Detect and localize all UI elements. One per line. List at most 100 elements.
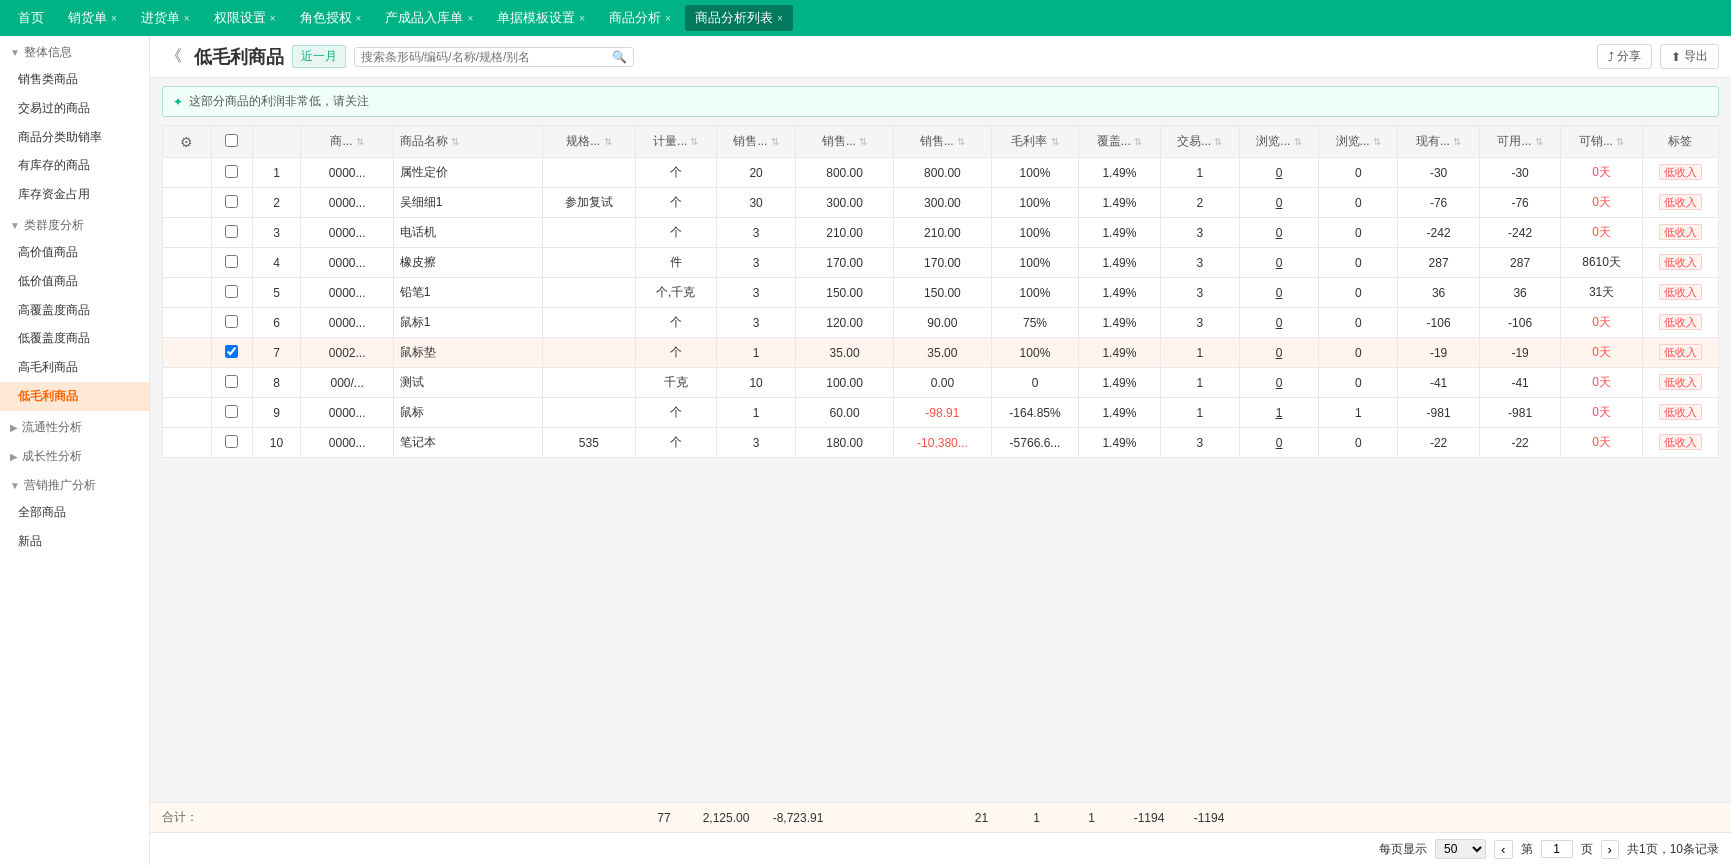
sort-unit-icon[interactable]: ⇅	[690, 136, 698, 147]
nav-item-roles[interactable]: 角色授权 ×	[290, 5, 372, 31]
sidebar-section-circulation[interactable]: ▶ 流通性分析	[0, 411, 149, 440]
collapse-sidebar-button[interactable]: 《	[162, 44, 186, 69]
sort-coverage-icon[interactable]: ⇅	[1134, 136, 1142, 147]
export-button[interactable]: ⬆ 导出	[1660, 44, 1719, 69]
sort-saleable-icon[interactable]: ⇅	[1616, 136, 1624, 147]
col-view1[interactable]: 浏览... ⇅	[1239, 126, 1318, 158]
sort-name-icon[interactable]: ⇅	[451, 136, 459, 147]
sort-view2-icon[interactable]: ⇅	[1373, 136, 1381, 147]
nav-item-template[interactable]: 单据模板设置 ×	[487, 5, 595, 31]
sort-spec-icon[interactable]: ⇅	[604, 136, 612, 147]
col-coverage[interactable]: 覆盖... ⇅	[1079, 126, 1160, 158]
nav-item-sales[interactable]: 销货单 ×	[58, 5, 127, 31]
row-checkbox[interactable]	[225, 405, 238, 418]
col-available[interactable]: 可用... ⇅	[1479, 126, 1560, 158]
row-check[interactable]	[211, 308, 252, 338]
sort-gross-rate-icon[interactable]: ⇅	[1051, 136, 1059, 147]
row-check[interactable]	[211, 248, 252, 278]
row-check[interactable]	[211, 188, 252, 218]
nav-close-template[interactable]: ×	[579, 13, 585, 24]
prev-page-button[interactable]: ‹	[1494, 840, 1512, 859]
nav-item-analysis[interactable]: 商品分析 ×	[599, 5, 681, 31]
row-checkbox[interactable]	[225, 345, 238, 358]
row-view1[interactable]: 0	[1239, 338, 1318, 368]
row-check[interactable]	[211, 158, 252, 188]
sidebar-item-inventory-fund[interactable]: 库存资金占用	[0, 180, 149, 209]
sidebar-section-marketing[interactable]: ▼ 营销推广分析	[0, 469, 149, 498]
sidebar-section-overall[interactable]: ▼ 整体信息	[0, 36, 149, 65]
nav-close-analysis-list[interactable]: ×	[777, 13, 783, 24]
row-view1[interactable]: 0	[1239, 248, 1318, 278]
nav-close-analysis[interactable]: ×	[665, 13, 671, 24]
sidebar-section-cluster[interactable]: ▼ 类群度分析	[0, 209, 149, 238]
sort-view1-icon[interactable]: ⇅	[1294, 136, 1302, 147]
col-check-all[interactable]	[211, 126, 252, 158]
col-code[interactable]: 商... ⇅	[301, 126, 393, 158]
per-page-select[interactable]: 50 100 200	[1435, 839, 1486, 859]
sort-available-icon[interactable]: ⇅	[1535, 136, 1543, 147]
sort-sales-profit-icon[interactable]: ⇅	[957, 136, 965, 147]
col-sales-profit[interactable]: 销售... ⇅	[894, 126, 992, 158]
col-settings[interactable]: ⚙	[163, 126, 212, 158]
col-view2[interactable]: 浏览... ⇅	[1319, 126, 1398, 158]
row-check[interactable]	[211, 218, 252, 248]
row-checkbox[interactable]	[225, 225, 238, 238]
sidebar-section-growth[interactable]: ▶ 成长性分析	[0, 440, 149, 469]
search-icon[interactable]: 🔍	[612, 50, 627, 64]
row-check[interactable]	[211, 428, 252, 458]
sidebar-item-low-profit[interactable]: 低毛利商品	[0, 382, 149, 411]
row-view1[interactable]: 0	[1239, 428, 1318, 458]
sort-transaction-icon[interactable]: ⇅	[1214, 136, 1222, 147]
share-button[interactable]: ⤴ 分享	[1597, 44, 1652, 69]
sidebar-item-sales-goods[interactable]: 销售类商品	[0, 65, 149, 94]
sidebar-item-high-profit[interactable]: 高毛利商品	[0, 353, 149, 382]
row-view1[interactable]: 0	[1239, 308, 1318, 338]
col-sales-price[interactable]: 销售... ⇅	[796, 126, 894, 158]
row-checkbox[interactable]	[225, 255, 238, 268]
sort-current-stock-icon[interactable]: ⇅	[1453, 136, 1461, 147]
sidebar-item-traded-goods[interactable]: 交易过的商品	[0, 94, 149, 123]
col-name[interactable]: 商品名称 ⇅	[393, 126, 542, 158]
row-checkbox[interactable]	[225, 435, 238, 448]
row-check[interactable]	[211, 278, 252, 308]
row-view1[interactable]: 0	[1239, 278, 1318, 308]
row-check[interactable]	[211, 338, 252, 368]
sidebar-item-all-goods[interactable]: 全部商品	[0, 498, 149, 527]
nav-item-home[interactable]: 首页	[8, 5, 54, 31]
settings-icon[interactable]: ⚙	[180, 134, 193, 150]
nav-close-purchase[interactable]: ×	[184, 13, 190, 24]
col-unit[interactable]: 计量... ⇅	[635, 126, 716, 158]
col-sales-qty[interactable]: 销售... ⇅	[716, 126, 795, 158]
sidebar-item-inventory-goods[interactable]: 有库存的商品	[0, 151, 149, 180]
nav-item-purchase[interactable]: 进货单 ×	[131, 5, 200, 31]
sidebar-item-low-value[interactable]: 低价值商品	[0, 267, 149, 296]
filter-period-button[interactable]: 近一月	[292, 45, 346, 68]
sidebar-item-low-coverage[interactable]: 低覆盖度商品	[0, 324, 149, 353]
row-view1[interactable]: 1	[1239, 398, 1318, 428]
row-checkbox[interactable]	[225, 285, 238, 298]
row-checkbox[interactable]	[225, 195, 238, 208]
next-page-button[interactable]: ›	[1601, 840, 1619, 859]
select-all-checkbox[interactable]	[225, 134, 238, 147]
search-input[interactable]	[361, 50, 612, 64]
table-container[interactable]: ⚙ 商... ⇅ 商品名称 ⇅	[150, 125, 1731, 802]
row-view1[interactable]: 0	[1239, 218, 1318, 248]
row-view1[interactable]: 0	[1239, 158, 1318, 188]
col-gross-rate[interactable]: 毛利率 ⇅	[991, 126, 1078, 158]
row-checkbox[interactable]	[225, 165, 238, 178]
nav-close-sales[interactable]: ×	[111, 13, 117, 24]
nav-close-products[interactable]: ×	[467, 13, 473, 24]
sidebar-item-category-sales[interactable]: 商品分类助销率	[0, 123, 149, 152]
nav-close-permissions[interactable]: ×	[270, 13, 276, 24]
row-check[interactable]	[211, 368, 252, 398]
col-current-stock[interactable]: 现有... ⇅	[1398, 126, 1479, 158]
sort-sales-price-icon[interactable]: ⇅	[859, 136, 867, 147]
row-check[interactable]	[211, 398, 252, 428]
row-checkbox[interactable]	[225, 375, 238, 388]
nav-item-analysis-list[interactable]: 商品分析列表 ×	[685, 5, 793, 31]
nav-item-permissions[interactable]: 权限设置 ×	[204, 5, 286, 31]
sort-code-icon[interactable]: ⇅	[356, 136, 364, 147]
col-transaction[interactable]: 交易... ⇅	[1160, 126, 1239, 158]
row-view1[interactable]: 0	[1239, 188, 1318, 218]
row-checkbox[interactable]	[225, 315, 238, 328]
